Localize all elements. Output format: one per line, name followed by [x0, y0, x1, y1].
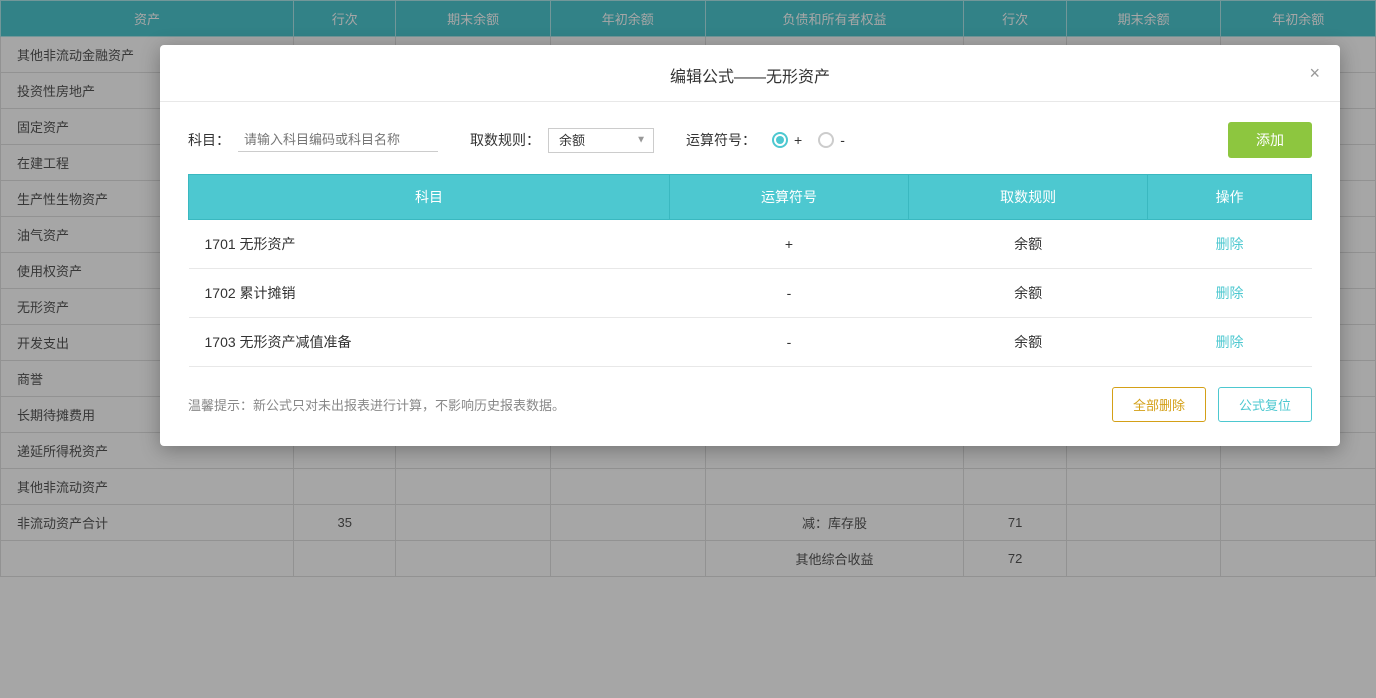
formula-operator-cell: -	[669, 318, 908, 367]
formula-operator-cell: +	[669, 220, 908, 269]
subject-label: 科目：	[188, 130, 230, 150]
formula-subject-cell: 1701 无形资产	[189, 220, 670, 269]
delete-row-link[interactable]: 删除	[1216, 236, 1244, 252]
formula-subject-cell: 1703 无形资产减值准备	[189, 318, 670, 367]
subject-group: 科目：	[188, 128, 438, 152]
formula-table-wrapper: 科目 运算符号 取数规则 操作 1701 无形资产+余额删除1702 累计摊销-…	[188, 174, 1312, 367]
th-rule: 取数规则	[909, 175, 1148, 220]
modal-header: 编辑公式——无形资产 ×	[160, 45, 1340, 102]
formula-action-cell: 删除	[1148, 220, 1312, 269]
formula-table: 科目 运算符号 取数规则 操作 1701 无形资产+余额删除1702 累计摊销-…	[188, 174, 1312, 367]
th-operator: 运算符号	[669, 175, 908, 220]
rule-label: 取数规则：	[470, 130, 540, 150]
formula-rule-cell: 余额	[909, 220, 1148, 269]
rule-select-wrapper: 余额 借方发生额 贷方发生额 借方累计 贷方累计 ▼	[548, 128, 654, 153]
radio-plus-circle	[772, 132, 788, 148]
radio-minus-circle	[818, 132, 834, 148]
operator-plus-radio[interactable]: +	[772, 132, 802, 148]
edit-formula-modal: 编辑公式——无形资产 × 科目： 取数规则： 余额 借方发生额 贷方发生额 借方…	[160, 45, 1340, 446]
subject-input[interactable]	[238, 128, 438, 152]
formula-rule-cell: 余额	[909, 269, 1148, 318]
footer-buttons: 全部删除 公式复位	[1112, 387, 1312, 422]
rule-select[interactable]: 余额 借方发生额 贷方发生额 借方累计 贷方累计	[548, 128, 654, 153]
table-row: 1701 无形资产+余额 删除	[189, 220, 1312, 269]
operator-group: 运算符号： + -	[686, 130, 845, 150]
formula-action-cell: 删除	[1148, 318, 1312, 367]
operator-minus-radio[interactable]: -	[818, 132, 845, 148]
formula-form-row: 科目： 取数规则： 余额 借方发生额 贷方发生额 借方累计 贷方累计 ▼ 运算符…	[160, 102, 1340, 174]
table-row: 1703 无形资产减值准备-余额 删除	[189, 318, 1312, 367]
formula-rule-cell: 余额	[909, 318, 1148, 367]
operator-minus-label: -	[840, 132, 845, 148]
formula-operator-cell: -	[669, 269, 908, 318]
operator-label: 运算符号：	[686, 130, 756, 150]
operator-radio-group: + -	[772, 132, 845, 148]
modal-footer: 温馨提示：新公式只对未出报表进行计算，不影响历史报表数据。 全部删除 公式复位	[160, 367, 1340, 422]
add-button[interactable]: 添加	[1228, 122, 1312, 158]
modal-close-button[interactable]: ×	[1309, 64, 1320, 82]
delete-all-button[interactable]: 全部删除	[1112, 387, 1206, 422]
formula-subject-cell: 1702 累计摊销	[189, 269, 670, 318]
th-subject: 科目	[189, 175, 670, 220]
hint-text: 温馨提示：新公式只对未出报表进行计算，不影响历史报表数据。	[188, 395, 565, 414]
formula-action-cell: 删除	[1148, 269, 1312, 318]
rule-group: 取数规则： 余额 借方发生额 贷方发生额 借方累计 贷方累计 ▼	[470, 128, 654, 153]
delete-row-link[interactable]: 删除	[1216, 334, 1244, 350]
reset-formula-button[interactable]: 公式复位	[1218, 387, 1312, 422]
th-action: 操作	[1148, 175, 1312, 220]
modal-title: 编辑公式——无形资产	[670, 63, 830, 87]
table-row: 1702 累计摊销-余额 删除	[189, 269, 1312, 318]
operator-plus-label: +	[794, 132, 802, 148]
delete-row-link[interactable]: 删除	[1216, 285, 1244, 301]
